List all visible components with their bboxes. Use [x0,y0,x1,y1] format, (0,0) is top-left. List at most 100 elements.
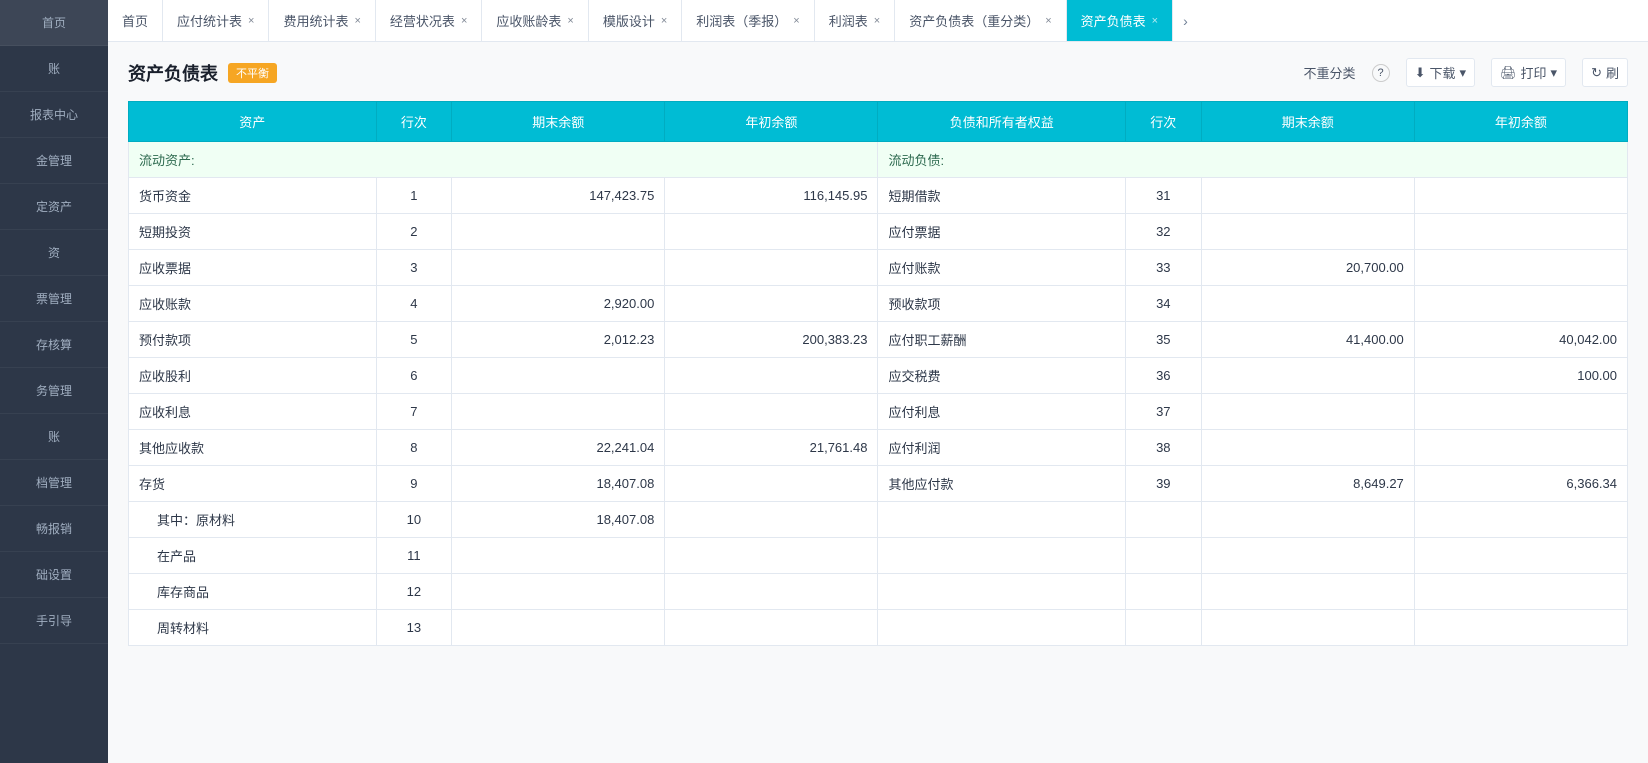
tab-balance[interactable]: 资产负债表 × [1067,0,1173,42]
help-icon[interactable]: ? [1372,64,1390,82]
sidebar-item-sub-ledger[interactable]: 账 [0,414,108,460]
close-tab-balance[interactable]: × [1152,15,1158,27]
download-button[interactable]: ⬇ 下载 ▾ [1406,58,1475,87]
tab-income[interactable]: 利润表 × [815,0,895,42]
close-tab-expense[interactable]: × [354,15,360,27]
close-tab-template[interactable]: × [661,15,667,27]
print-icon: 🖨 [1500,65,1517,81]
tab-scroll-arrow[interactable]: › [1173,13,1198,29]
right-end-balance [1201,286,1414,322]
left-row-num: 1 [376,178,452,214]
sidebar-item-sales[interactable]: 畅报销 [0,506,108,552]
right-name [878,538,1126,574]
left-name: 短期投资 [129,214,377,250]
sidebar-item-fund-mgmt[interactable]: 金管理 [0,138,108,184]
right-begin-balance [1414,286,1627,322]
category-left-label: 流动资产: [129,142,878,178]
right-begin-balance [1414,430,1627,466]
close-tab-operations[interactable]: × [461,15,467,27]
sidebar-item-guide[interactable]: 手引导 [0,598,108,644]
right-name [878,610,1126,646]
right-row-num [1126,502,1202,538]
sidebar-item-settings[interactable]: 础设置 [0,552,108,598]
right-begin-balance [1414,250,1627,286]
right-end-balance [1201,574,1414,610]
right-row-num: 33 [1126,250,1202,286]
left-begin-balance [665,610,878,646]
sidebar-item-ticket-mgmt[interactable]: 票管理 [0,276,108,322]
tab-operations[interactable]: 经营状况表 × [376,0,482,42]
sidebar-item-capital[interactable]: 资 [0,230,108,276]
right-end-balance [1201,610,1414,646]
table-row: 其他应收款 8 22,241.04 21,761.48 应付利润 38 [129,430,1628,466]
sidebar-item-inventory[interactable]: 存核算 [0,322,108,368]
left-row-num: 5 [376,322,452,358]
close-tab-income-quarterly[interactable]: × [793,15,799,27]
refresh-button[interactable]: ↻ 刷 [1582,58,1628,87]
tab-balance-reclassified[interactable]: 资产负债表（重分类） × [895,0,1066,42]
right-begin-balance [1414,610,1627,646]
page-title-area: 资产负债表 不平衡 [128,60,277,86]
close-tab-accounts-payable[interactable]: × [248,15,254,27]
right-row-num: 38 [1126,430,1202,466]
sidebar-item-fixed-assets[interactable]: 定资产 [0,184,108,230]
close-tab-ar-aging[interactable]: × [567,15,573,27]
tab-expense[interactable]: 费用统计表 × [269,0,375,42]
table-row: 库存商品 12 [129,574,1628,610]
left-end-balance [452,394,665,430]
left-name: 在产品 [129,538,377,574]
left-name: 其中：原材料 [129,502,377,538]
left-end-balance [452,358,665,394]
left-name: 应收票据 [129,250,377,286]
right-end-balance [1201,430,1414,466]
tab-ar-aging[interactable]: 应收账龄表 × [482,0,588,42]
right-name: 其他应付款 [878,466,1126,502]
right-end-balance [1201,214,1414,250]
table-row: 在产品 11 [129,538,1628,574]
left-begin-balance [665,286,878,322]
toolbar-right: 不重分类 ? ⬇ 下载 ▾ 🖨 打印 ▾ ↻ 刷 [1304,58,1628,87]
left-row-num: 6 [376,358,452,394]
tab-bar: 首页 应付统计表 × 费用统计表 × 经营状况表 × 应收账龄表 × 模版设计 … [108,0,1648,42]
left-row-num: 12 [376,574,452,610]
sidebar-item-tax-mgmt[interactable]: 务管理 [0,368,108,414]
right-row-num: 37 [1126,394,1202,430]
refresh-icon: ↻ [1591,65,1602,81]
header-row-num-right: 行次 [1126,102,1202,142]
left-end-balance: 18,407.08 [452,502,665,538]
tab-accounts-payable[interactable]: 应付统计表 × [163,0,269,42]
table-row: 货币资金 1 147,423.75 116,145.95 短期借款 31 [129,178,1628,214]
right-end-balance: 8,649.27 [1201,466,1414,502]
sidebar-item-archive[interactable]: 档管理 [0,460,108,506]
left-end-balance [452,250,665,286]
left-row-num: 8 [376,430,452,466]
right-end-balance [1201,502,1414,538]
tab-template[interactable]: 模版设计 × [589,0,682,42]
right-name [878,574,1126,610]
tab-income-quarterly[interactable]: 利润表（季报） × [682,0,814,42]
close-tab-balance-reclassified[interactable]: × [1045,15,1051,27]
left-begin-balance [665,358,878,394]
left-end-balance: 18,407.08 [452,466,665,502]
right-row-num: 31 [1126,178,1202,214]
right-begin-balance [1414,178,1627,214]
right-begin-balance [1414,394,1627,430]
right-row-num: 32 [1126,214,1202,250]
table-row: 应收股利 6 应交税费 36 100.00 [129,358,1628,394]
sidebar-item-ledger[interactable]: 账 [0,46,108,92]
tab-home[interactable]: 首页 [108,0,163,42]
right-begin-balance [1414,214,1627,250]
right-begin-balance: 6,366.34 [1414,466,1627,502]
left-begin-balance: 116,145.95 [665,178,878,214]
table-row: 周转材料 13 [129,610,1628,646]
right-end-balance: 20,700.00 [1201,250,1414,286]
table-row: 应收账款 4 2,920.00 预收款项 34 [129,286,1628,322]
print-chevron-icon: ▾ [1551,65,1558,81]
sidebar-item-home[interactable]: 首页 [0,0,108,46]
sidebar-item-report-center[interactable]: 报表中心 [0,92,108,138]
close-tab-income[interactable]: × [874,15,880,27]
sidebar: 首页 账 报表中心 金管理 定资产 资 票管理 存核算 务管理 账 档管理 畅报… [0,0,108,763]
header-assets: 资产 [129,102,377,142]
left-row-num: 7 [376,394,452,430]
print-button[interactable]: 🖨 打印 ▾ [1491,58,1566,87]
